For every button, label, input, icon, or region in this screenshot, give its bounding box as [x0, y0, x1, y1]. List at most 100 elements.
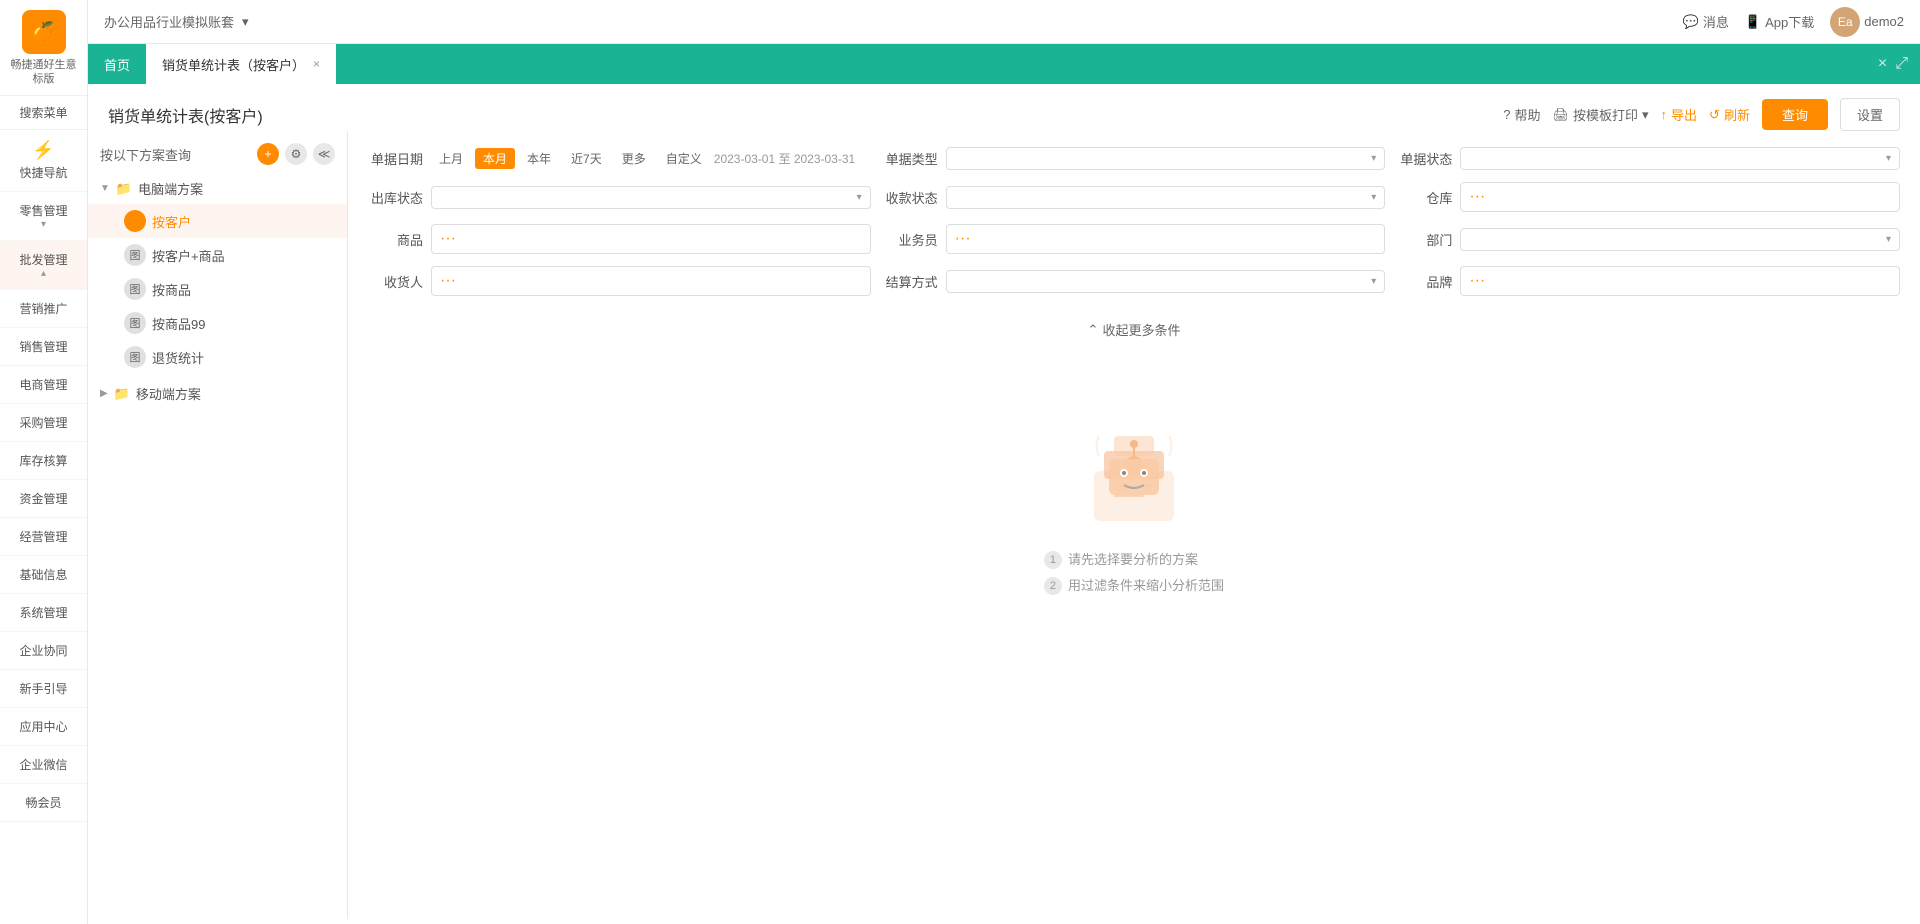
- filter-warehouse: 仓库 ···: [1397, 182, 1900, 212]
- return-stats-label: 退货统计: [152, 348, 204, 367]
- add-scheme-button[interactable]: +: [257, 143, 279, 165]
- sidebar-nav-ecommerce[interactable]: 电商管理: [0, 366, 87, 404]
- filter-row-3: 商品 ··· 业务员 ··· 部门: [368, 224, 1900, 254]
- settings-button[interactable]: 设置: [1840, 98, 1900, 131]
- sidebar-nav-appcenter[interactable]: 应用中心: [0, 708, 87, 746]
- filter-goods: 商品 ···: [368, 224, 871, 254]
- sidebar-nav-wechat[interactable]: 企业微信: [0, 746, 87, 784]
- refresh-icon: ↺: [1709, 107, 1720, 123]
- filter-salesman: 业务员 ···: [883, 224, 1386, 254]
- date-filter-label: 单据日期: [368, 149, 423, 168]
- sidebar-nav-system[interactable]: 系统管理: [0, 594, 87, 632]
- goods-ellipsis[interactable]: ···: [440, 230, 456, 248]
- sidebar-nav-purchase[interactable]: 采购管理: [0, 404, 87, 442]
- order-type-select[interactable]: ▾: [946, 147, 1386, 170]
- sidebar-nav-retail[interactable]: 零售管理 ▾: [0, 192, 87, 241]
- department-select[interactable]: ▾: [1460, 228, 1900, 251]
- sidebar-nav-member[interactable]: 畅会员: [0, 784, 87, 822]
- consignee-input[interactable]: ···: [431, 266, 871, 296]
- filter-payment-status: 收款状态 ▾: [883, 186, 1386, 209]
- panel-collapse-button[interactable]: ≪: [313, 143, 335, 165]
- empty-tips: 1 请先选择要分析的方案 2 用过滤条件来缩小分析范围: [1044, 547, 1224, 599]
- filter-order-type: 单据类型 ▾: [883, 147, 1386, 170]
- export-button[interactable]: ↑ 导出: [1661, 105, 1698, 124]
- payment-method-select[interactable]: ▾: [946, 270, 1386, 293]
- tip-num-1: 1: [1044, 551, 1062, 569]
- sidebar: 🍊 畅捷通好生意 标版 搜索菜单 ⚡ 快捷导航 零售管理 ▾ 批发管理 ▴ 营销…: [0, 0, 88, 924]
- date-tab-custom[interactable]: 自定义: [658, 148, 710, 169]
- sidebar-nav-finance[interactable]: 资金管理: [0, 480, 87, 518]
- sidebar-nav-sales[interactable]: 销售管理: [0, 328, 87, 366]
- window-close-icon[interactable]: ×: [1878, 55, 1887, 73]
- brand-ellipsis[interactable]: ···: [1469, 272, 1485, 290]
- tree-item-customer-goods[interactable]: 图 按客户+商品: [88, 238, 347, 272]
- filter-row-1: 单据日期 上月 本月 本年 近7天 更多 自定义 20: [368, 147, 1900, 170]
- sidebar-nav-collab[interactable]: 企业协同: [0, 632, 87, 670]
- industry-dropdown-icon[interactable]: ▾: [242, 14, 249, 30]
- tree-group-mobile-header[interactable]: ▶ 📁 移动端方案: [88, 378, 347, 409]
- refresh-button[interactable]: ↺ 刷新: [1709, 105, 1750, 124]
- empty-tip-1: 1 请先选择要分析的方案: [1044, 547, 1224, 573]
- left-panel-controls: + ⚙ ≪: [257, 143, 335, 165]
- sidebar-nav-wholesale[interactable]: 批发管理 ▴: [0, 241, 87, 290]
- sidebar-nav-guide[interactable]: 新手引导: [0, 670, 87, 708]
- date-tab-more[interactable]: 更多: [614, 148, 654, 169]
- user-name-label: demo2: [1864, 14, 1904, 29]
- tab-close-icon[interactable]: ×: [313, 57, 320, 71]
- search-menu-label: 搜索菜单: [0, 104, 87, 121]
- sidebar-nav-marketing[interactable]: 营销推广: [0, 290, 87, 328]
- tree-item-by-goods[interactable]: 图 按商品: [88, 272, 347, 306]
- order-status-select[interactable]: ▾: [1460, 147, 1900, 170]
- help-button[interactable]: ? 帮助: [1503, 105, 1540, 124]
- filter-brand: 品牌 ···: [1397, 266, 1900, 296]
- goods-input[interactable]: ···: [431, 224, 871, 254]
- sidebar-nav-shortcut[interactable]: ⚡ 快捷导航: [0, 130, 87, 192]
- warehouse-input[interactable]: ···: [1460, 182, 1900, 212]
- app-logo-icon: 🍊: [22, 10, 66, 54]
- sidebar-nav-operations[interactable]: 经营管理: [0, 518, 87, 556]
- payment-method-label: 结算方式: [883, 272, 938, 291]
- date-tab-this-month[interactable]: 本月: [475, 148, 515, 169]
- date-tab-last-month[interactable]: 上月: [431, 148, 471, 169]
- page-title: 销货单统计表(按客户): [108, 103, 263, 127]
- header-left: 办公用品行业模拟账套 ▾: [104, 12, 249, 31]
- warehouse-ellipsis[interactable]: ···: [1469, 188, 1485, 206]
- customer-goods-icon: 图: [124, 244, 146, 266]
- payment-method-dropdown-icon: ▾: [1371, 276, 1376, 287]
- by-customer-icon: 按: [124, 210, 146, 232]
- collapse-filters-button[interactable]: ⌃ 收起更多条件: [1076, 316, 1193, 343]
- left-panel-title: 按以下方案查询: [100, 145, 191, 164]
- consignee-ellipsis[interactable]: ···: [440, 272, 456, 290]
- tab-bar: 首页 销货单统计表（按客户） × × ⤢: [88, 44, 1920, 84]
- app-download-button[interactable]: 📱 App下载: [1745, 12, 1814, 31]
- salesman-input[interactable]: ···: [946, 224, 1386, 254]
- export-icon: ↑: [1661, 107, 1668, 122]
- window-maximize-icon[interactable]: ⤢: [1895, 55, 1908, 73]
- sidebar-nav-basic[interactable]: 基础信息: [0, 556, 87, 594]
- tree-item-return-stats[interactable]: 图 退货统计: [88, 340, 347, 374]
- delivery-select[interactable]: ▾: [431, 186, 871, 209]
- tab-active[interactable]: 销货单统计表（按客户） ×: [146, 44, 336, 84]
- chevron-up-icon: ▴: [41, 268, 46, 279]
- sidebar-nav-inventory[interactable]: 库存核算: [0, 442, 87, 480]
- payment-status-select[interactable]: ▾: [946, 186, 1386, 209]
- print-button[interactable]: 🖨 按模板打印 ▾: [1552, 105, 1648, 124]
- message-button[interactable]: 💬 消息: [1683, 12, 1729, 31]
- tree-group-pc: ▼ 📁 电脑端方案 按 按客户 图 按客户+商品: [88, 173, 347, 374]
- tree-item-goods99[interactable]: 图 按商品99: [88, 306, 347, 340]
- tab-active-label: 销货单统计表（按客户）: [162, 55, 305, 74]
- user-avatar: Ea: [1830, 7, 1860, 37]
- date-tab-last-7[interactable]: 近7天: [563, 148, 610, 169]
- scheme-settings-button[interactable]: ⚙: [285, 143, 307, 165]
- tree-group-pc-header[interactable]: ▼ 📁 电脑端方案: [88, 173, 347, 204]
- date-tab-this-year[interactable]: 本年: [519, 148, 559, 169]
- tree-item-by-customer[interactable]: 按 按客户: [88, 204, 347, 238]
- return-stats-icon: 图: [124, 346, 146, 368]
- salesman-ellipsis[interactable]: ···: [955, 230, 971, 248]
- left-panel-header: 按以下方案查询 + ⚙ ≪: [88, 143, 347, 173]
- tab-home[interactable]: 首页: [88, 55, 146, 74]
- user-menu[interactable]: Ea demo2: [1830, 7, 1904, 37]
- sidebar-search[interactable]: 搜索菜单: [0, 96, 87, 130]
- brand-input[interactable]: ···: [1460, 266, 1900, 296]
- query-button[interactable]: 查询: [1762, 99, 1828, 130]
